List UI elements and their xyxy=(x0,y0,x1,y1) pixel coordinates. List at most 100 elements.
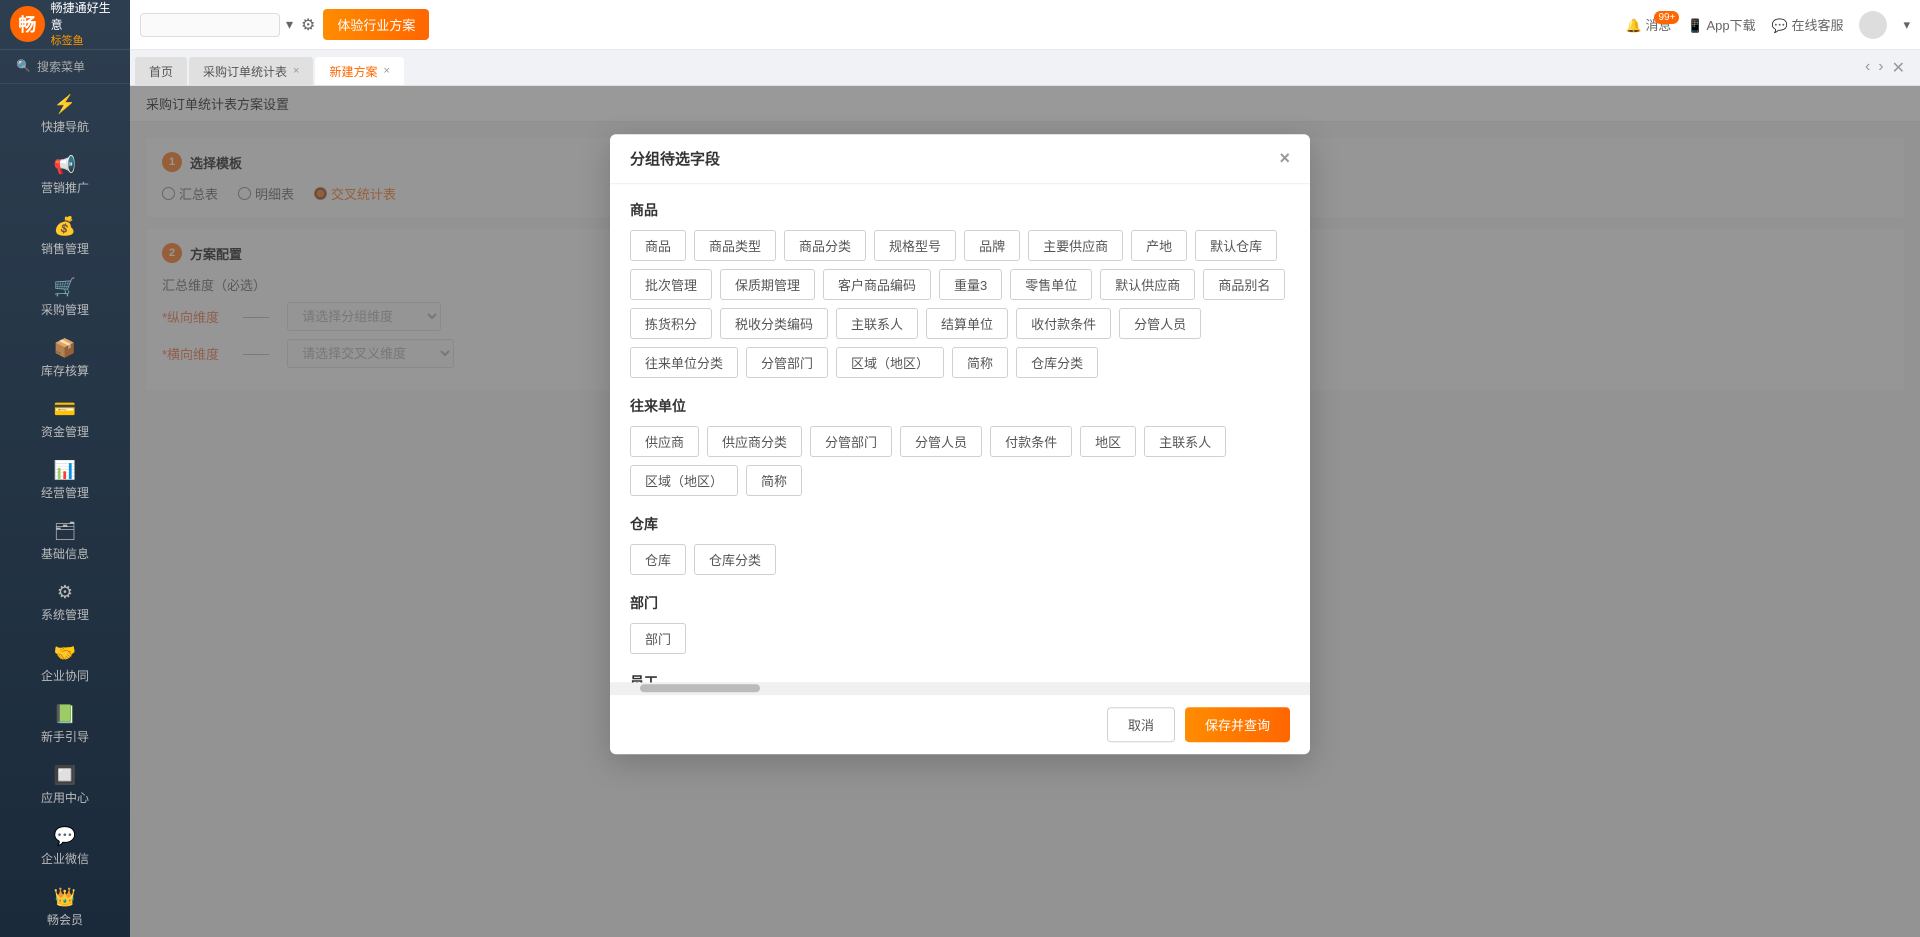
modal-scrollbar-thumb[interactable] xyxy=(640,684,760,692)
field-tag-p2[interactable]: 商品类型 xyxy=(694,230,776,261)
field-tag-p16[interactable]: 拣货积分 xyxy=(630,308,712,339)
field-tag-d1[interactable]: 部门 xyxy=(630,623,686,654)
field-tag-w1[interactable]: 仓库 xyxy=(630,544,686,575)
field-tag-p21[interactable]: 分管人员 xyxy=(1119,308,1201,339)
topbar-right: 🔔 消息 99+ 📱 App下载 💬 在线客服 ▾ xyxy=(1626,11,1910,39)
base-icon: 🗂 xyxy=(54,521,77,542)
field-tag-p9[interactable]: 批次管理 xyxy=(630,269,712,300)
sidebar: 畅 畅捷通好生意 标签鱼 🔍 搜索菜单 ⚡快捷导航📢营销推广💰销售管理🛒采购管理… xyxy=(0,0,130,937)
modal-body[interactable]: 商品商品商品类型商品分类规格型号品牌主要供应商产地默认仓库批次管理保质期管理客户… xyxy=(610,184,1310,682)
tab-new-plan[interactable]: 新建方案× xyxy=(315,57,403,85)
field-group-title-product: 商品 xyxy=(630,200,1290,220)
field-list-warehouse: 仓库仓库分类 xyxy=(630,544,1290,575)
field-tag-p19[interactable]: 结算单位 xyxy=(926,308,1008,339)
field-tag-p23[interactable]: 分管部门 xyxy=(746,347,828,378)
field-tag-p5[interactable]: 品牌 xyxy=(964,230,1020,261)
tab-close-new-plan[interactable]: × xyxy=(383,65,389,77)
field-list-product: 商品商品类型商品分类规格型号品牌主要供应商产地默认仓库批次管理保质期管理客户商品… xyxy=(630,230,1290,378)
sidebar-item-wechat[interactable]: 💬企业微信 xyxy=(0,816,130,877)
field-tag-p11[interactable]: 客户商品编码 xyxy=(823,269,931,300)
tab-home[interactable]: 首页 xyxy=(135,57,187,85)
field-tag-p7[interactable]: 产地 xyxy=(1131,230,1187,261)
field-tag-pa6[interactable]: 地区 xyxy=(1080,426,1136,457)
sidebar-item-corp[interactable]: 🤝企业协同 xyxy=(0,633,130,694)
tab-close-purchase-stats[interactable]: × xyxy=(293,65,299,77)
field-tag-p13[interactable]: 零售单位 xyxy=(1010,269,1092,300)
sidebar-item-system[interactable]: ⚙系统管理 xyxy=(0,572,130,633)
sidebar-search[interactable]: 🔍 搜索菜单 xyxy=(0,50,130,84)
sidebar-item-inventory[interactable]: 📦库存核算 xyxy=(0,328,130,389)
field-tag-p14[interactable]: 默认供应商 xyxy=(1100,269,1195,300)
field-tag-p1[interactable]: 商品 xyxy=(630,230,686,261)
field-tag-pa8[interactable]: 区域（地区） xyxy=(630,465,738,496)
sidebar-item-purchase[interactable]: 🛒采购管理 xyxy=(0,267,130,328)
finance-icon: 💳 xyxy=(54,399,76,420)
sidebar-item-sales[interactable]: 💰销售管理 xyxy=(0,206,130,267)
tab-purchase-stats[interactable]: 采购订单统计表× xyxy=(189,57,313,85)
field-tag-pa4[interactable]: 分管人员 xyxy=(900,426,982,457)
modal-save-btn[interactable]: 保存并查询 xyxy=(1185,707,1290,742)
field-tag-pa2[interactable]: 供应商分类 xyxy=(707,426,802,457)
sidebar-item-member[interactable]: 👑畅会员 xyxy=(0,877,130,937)
field-tag-pa9[interactable]: 简称 xyxy=(746,465,802,496)
field-tag-p18[interactable]: 主联系人 xyxy=(836,308,918,339)
system-icon: ⚙ xyxy=(57,582,73,603)
field-group-partner: 往来单位供应商供应商分类分管部门分管人员付款条件地区主联系人区域（地区）简称 xyxy=(630,396,1290,496)
app-logo-icon: 畅 xyxy=(10,6,45,42)
field-tag-p22[interactable]: 往来单位分类 xyxy=(630,347,738,378)
topbar-search-input[interactable] xyxy=(140,13,280,37)
tab-arrow-right-icon[interactable]: › xyxy=(1878,58,1883,78)
tab-close-all-icon[interactable]: ✕ xyxy=(1892,58,1905,78)
sidebar-item-base[interactable]: 🗂基础信息 xyxy=(0,511,130,572)
field-tag-pa3[interactable]: 分管部门 xyxy=(810,426,892,457)
sidebar-item-operation[interactable]: 📊经营管理 xyxy=(0,450,130,511)
service-icon: 💬 xyxy=(1772,18,1788,33)
field-tag-pa1[interactable]: 供应商 xyxy=(630,426,699,457)
field-tag-p17[interactable]: 税收分类编码 xyxy=(720,308,828,339)
field-tag-pa5[interactable]: 付款条件 xyxy=(990,426,1072,457)
experience-btn[interactable]: 体验行业方案 xyxy=(323,9,429,40)
modal-cancel-btn[interactable]: 取消 xyxy=(1107,707,1175,742)
field-tag-p20[interactable]: 收付款条件 xyxy=(1016,308,1111,339)
user-dropdown-icon[interactable]: ▾ xyxy=(1903,17,1910,33)
app-download-btn[interactable]: 📱 App下载 xyxy=(1687,15,1755,34)
sidebar-item-marketing[interactable]: 📢营销推广 xyxy=(0,145,130,206)
field-tag-pa7[interactable]: 主联系人 xyxy=(1144,426,1226,457)
modal-horizontal-scrollbar[interactable] xyxy=(610,682,1310,694)
sidebar-item-finance[interactable]: 💳资金管理 xyxy=(0,389,130,450)
field-selection-modal: 分组待选字段 × 商品商品商品类型商品分类规格型号品牌主要供应商产地默认仓库批次… xyxy=(610,134,1310,754)
sidebar-item-apps[interactable]: 🔲应用中心 xyxy=(0,755,130,816)
field-tag-p4[interactable]: 规格型号 xyxy=(874,230,956,261)
field-list-partner: 供应商供应商分类分管部门分管人员付款条件地区主联系人区域（地区） 简称 xyxy=(630,426,1290,496)
inventory-icon: 📦 xyxy=(54,338,76,359)
dropdown-arrow-icon[interactable]: ▾ xyxy=(286,16,293,33)
sidebar-item-guide[interactable]: 📗新手引导 xyxy=(0,694,130,755)
field-group-title-department: 部门 xyxy=(630,593,1290,613)
field-tag-p10[interactable]: 保质期管理 xyxy=(720,269,815,300)
field-group-warehouse: 仓库仓库仓库分类 xyxy=(630,514,1290,575)
field-tag-p26[interactable]: 仓库分类 xyxy=(1016,347,1098,378)
quick-nav-icon: ⚡ xyxy=(54,94,76,115)
modal-close-btn[interactable]: × xyxy=(1279,148,1290,169)
field-tag-p12[interactable]: 重量3 xyxy=(939,269,1002,300)
online-service-btn[interactable]: 💬 在线客服 xyxy=(1772,15,1844,34)
user-avatar[interactable] xyxy=(1859,11,1887,39)
tab-arrow-left-icon[interactable]: ‹ xyxy=(1865,58,1870,78)
field-tag-p3[interactable]: 商品分类 xyxy=(784,230,866,261)
tabbar: 首页采购订单统计表×新建方案× ‹ › ✕ xyxy=(130,50,1920,86)
sidebar-logo: 畅 畅捷通好生意 标签鱼 xyxy=(0,0,130,50)
field-tag-p25[interactable]: 简称 xyxy=(952,347,1008,378)
notification-btn[interactable]: 🔔 消息 99+ xyxy=(1626,15,1672,34)
sidebar-item-quick-nav[interactable]: ⚡快捷导航 xyxy=(0,84,130,145)
purchase-icon: 🛒 xyxy=(54,277,76,298)
modal-header: 分组待选字段 × xyxy=(610,134,1310,184)
apps-icon: 🔲 xyxy=(54,765,76,786)
field-tag-p24[interactable]: 区域（地区） xyxy=(836,347,944,378)
field-group-title-employee: 员工 xyxy=(630,672,1290,682)
topbar: ▾ ⚙ 体验行业方案 🔔 消息 99+ 📱 App下载 💬 在线客服 ▾ xyxy=(130,0,1920,50)
field-tag-p8[interactable]: 默认仓库 xyxy=(1195,230,1277,261)
field-tag-p6[interactable]: 主要供应商 xyxy=(1028,230,1123,261)
topbar-gear-icon[interactable]: ⚙ xyxy=(301,15,315,35)
field-tag-w2[interactable]: 仓库分类 xyxy=(694,544,776,575)
field-tag-p15[interactable]: 商品别名 xyxy=(1203,269,1285,300)
